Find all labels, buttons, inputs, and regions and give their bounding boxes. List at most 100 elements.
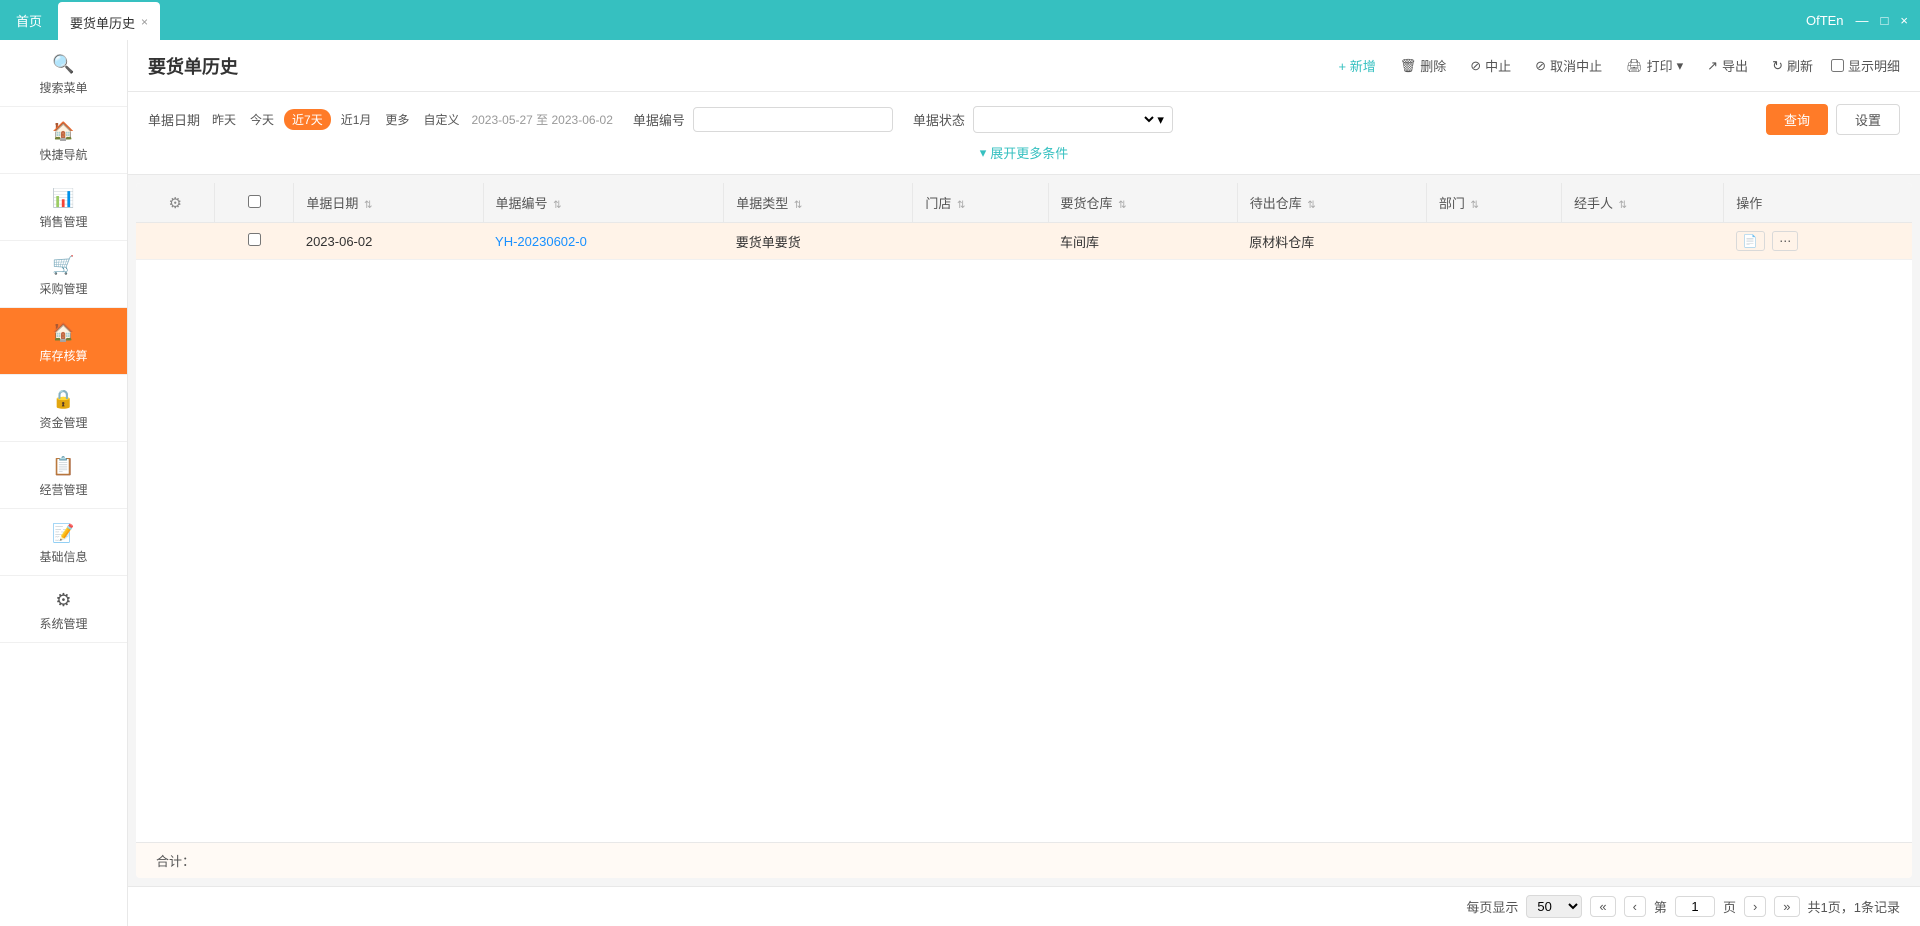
sidebar-item-purchase-mgmt[interactable]: 🛒 采购管理 [0, 241, 127, 308]
row-pending-warehouse: 原材料仓库 [1237, 223, 1426, 260]
per-page-select[interactable]: 20 50 100 200 [1526, 895, 1582, 918]
col-doc-number[interactable]: 单据编号 ⇅ [483, 183, 724, 223]
sort-doc-date-icon: ⇅ [364, 200, 372, 211]
row-doc-date: 2023-06-02 [294, 223, 483, 260]
pagination: 每页显示 20 50 100 200 « ‹ 第 页 › » 共1页，1条记录 [128, 886, 1920, 926]
col-doc-date[interactable]: 单据日期 ⇅ [294, 183, 483, 223]
stop-icon: ⊘ [1470, 58, 1481, 74]
date-btn-7days[interactable]: 近7天 [284, 109, 331, 130]
row-store [913, 223, 1048, 260]
sidebar-label-sys-mgmt: 系统管理 [39, 615, 87, 632]
sidebar-item-sales-mgmt[interactable]: 📊 销售管理 [0, 174, 127, 241]
date-btn-more[interactable]: 更多 [381, 109, 413, 130]
tab-close-btn[interactable]: × [141, 15, 148, 29]
query-btn[interactable]: 查询 [1766, 104, 1828, 135]
col-dept[interactable]: 部门 ⇅ [1426, 183, 1561, 223]
sort-dept-icon: ⇅ [1471, 200, 1479, 211]
stop-btn[interactable]: ⊘ 中止 [1464, 52, 1517, 79]
sidebar-item-ops-mgmt[interactable]: 📋 经营管理 [0, 442, 127, 509]
doc-number-link[interactable]: YH-20230602-0 [495, 234, 587, 249]
maximize-btn[interactable]: □ [1881, 13, 1889, 28]
row-settings [136, 223, 215, 260]
expand-more-btn[interactable]: ▾ 展开更多条件 [148, 143, 1900, 162]
col-req-warehouse[interactable]: 要货仓库 ⇅ [1048, 183, 1237, 223]
data-table: ⚙ 单据日期 ⇅ 单据编号 ⇅ 单据类型 [136, 183, 1912, 260]
page-number-input[interactable] [1675, 896, 1715, 917]
first-page-btn[interactable]: « [1590, 896, 1615, 917]
date-btn-yesterday[interactable]: 昨天 [208, 109, 240, 130]
print-btn[interactable]: 🖨 打印 ▾ [1620, 52, 1689, 79]
summary-label: 合计： [156, 854, 195, 869]
export-icon: ↗ [1707, 58, 1718, 74]
select-all-checkbox[interactable] [248, 195, 261, 208]
filter-date-group: 单据日期 昨天 今天 近7天 近1月 更多 自定义 2023-05-27 至 2… [148, 109, 613, 130]
row-actions: 📄 ⋯ [1724, 223, 1912, 260]
minimize-btn[interactable]: — [1856, 13, 1869, 28]
finance-mgmt-icon: 🔒 [52, 389, 74, 410]
filter-docstatus-select-wrapper[interactable]: ▾ [973, 106, 1173, 133]
date-btn-today[interactable]: 今天 [246, 109, 278, 130]
sidebar-item-quick-nav[interactable]: 🏠 快捷导航 [0, 107, 127, 174]
delete-btn[interactable]: 🗑 删除 [1394, 52, 1453, 79]
page-title: 要货单历史 [148, 53, 238, 79]
col-settings[interactable]: ⚙ [136, 183, 215, 223]
cancel-stop-icon: ⊘ [1535, 58, 1546, 74]
row-view-btn[interactable]: 📄 [1736, 231, 1765, 251]
filter-bar: 单据日期 昨天 今天 近7天 近1月 更多 自定义 2023-05-27 至 2… [128, 92, 1920, 175]
sidebar-label-sales-mgmt: 销售管理 [39, 213, 87, 230]
basic-info-icon: 📝 [52, 523, 74, 544]
quick-nav-icon: 🏠 [52, 121, 74, 142]
display-detail-checkbox[interactable]: 显示明细 [1831, 56, 1900, 75]
filter-docstatus-select[interactable] [982, 111, 1157, 128]
cancel-stop-btn[interactable]: ⊘ 取消中止 [1529, 52, 1608, 79]
prev-page-btn[interactable]: ‹ [1624, 896, 1646, 917]
top-bar: 首页 要货单历史 × OfTEn — □ × [0, 0, 1920, 40]
next-page-btn[interactable]: › [1744, 896, 1766, 917]
tab-home[interactable]: 首页 [0, 0, 58, 40]
sort-doc-number-icon: ⇅ [553, 200, 561, 211]
date-btn-1month[interactable]: 近1月 [337, 109, 376, 130]
filter-docstatus-label: 单据状态 [913, 110, 965, 129]
sort-store-icon: ⇅ [957, 200, 965, 211]
refresh-btn[interactable]: ↻ 刷新 [1766, 52, 1819, 79]
sidebar-item-inventory[interactable]: 🏠 库存核算 [0, 308, 127, 375]
display-detail-input[interactable] [1831, 59, 1844, 72]
export-btn[interactable]: ↗ 导出 [1701, 52, 1754, 79]
row-doc-number[interactable]: YH-20230602-0 [483, 223, 724, 260]
sidebar-item-finance-mgmt[interactable]: 🔒 资金管理 [0, 375, 127, 442]
date-range-display: 2023-05-27 至 2023-06-02 [471, 111, 612, 128]
filter-docnumber-group: 单据编号 [633, 107, 893, 132]
sidebar-label-basic-info: 基础信息 [39, 548, 87, 565]
delete-icon: 🗑 [1400, 58, 1417, 74]
page-header: 要货单历史 + 新增 🗑 删除 ⊘ 中止 ⊘ 取消中止 🖨 打印 [128, 40, 1920, 92]
sidebar-label-finance-mgmt: 资金管理 [39, 414, 87, 431]
print-icon: 🖨 [1626, 58, 1643, 74]
sidebar-item-search-menu[interactable]: 🔍 搜索菜单 [0, 40, 127, 107]
date-btn-custom[interactable]: 自定义 [419, 109, 463, 130]
col-pending-warehouse[interactable]: 待出仓库 ⇅ [1237, 183, 1426, 223]
sort-pending-warehouse-icon: ⇅ [1307, 200, 1315, 211]
window-close-btn[interactable]: × [1900, 13, 1908, 28]
row-checkbox [215, 223, 294, 260]
sort-doc-type-icon: ⇅ [794, 200, 802, 211]
filter-docnumber-input[interactable] [693, 107, 893, 132]
expand-chevron-icon: ▾ [980, 145, 987, 161]
sidebar-item-sys-mgmt[interactable]: ⚙ 系统管理 [0, 576, 127, 643]
col-handler[interactable]: 经手人 ⇅ [1562, 183, 1724, 223]
row-select-checkbox[interactable] [248, 233, 261, 246]
last-page-btn[interactable]: » [1774, 896, 1799, 917]
tab-active[interactable]: 要货单历史 × [58, 2, 160, 42]
new-btn[interactable]: + 新增 [1332, 52, 1381, 79]
filter-docnumber-label: 单据编号 [633, 110, 685, 129]
sort-req-warehouse-icon: ⇅ [1118, 200, 1126, 211]
table-row: 2023-06-02 YH-20230602-0 要货单要货 车间库 原材料仓库… [136, 223, 1912, 260]
row-more-btn[interactable]: ⋯ [1772, 231, 1798, 251]
col-doc-type[interactable]: 单据类型 ⇅ [724, 183, 913, 223]
settings-btn[interactable]: 设置 [1836, 104, 1900, 135]
filter-docstatus-group: 单据状态 ▾ [913, 106, 1173, 133]
ops-mgmt-icon: 📋 [52, 456, 74, 477]
row-handler [1562, 223, 1724, 260]
sidebar-item-basic-info[interactable]: 📝 基础信息 [0, 509, 127, 576]
col-checkbox [215, 183, 294, 223]
col-store[interactable]: 门店 ⇅ [913, 183, 1048, 223]
